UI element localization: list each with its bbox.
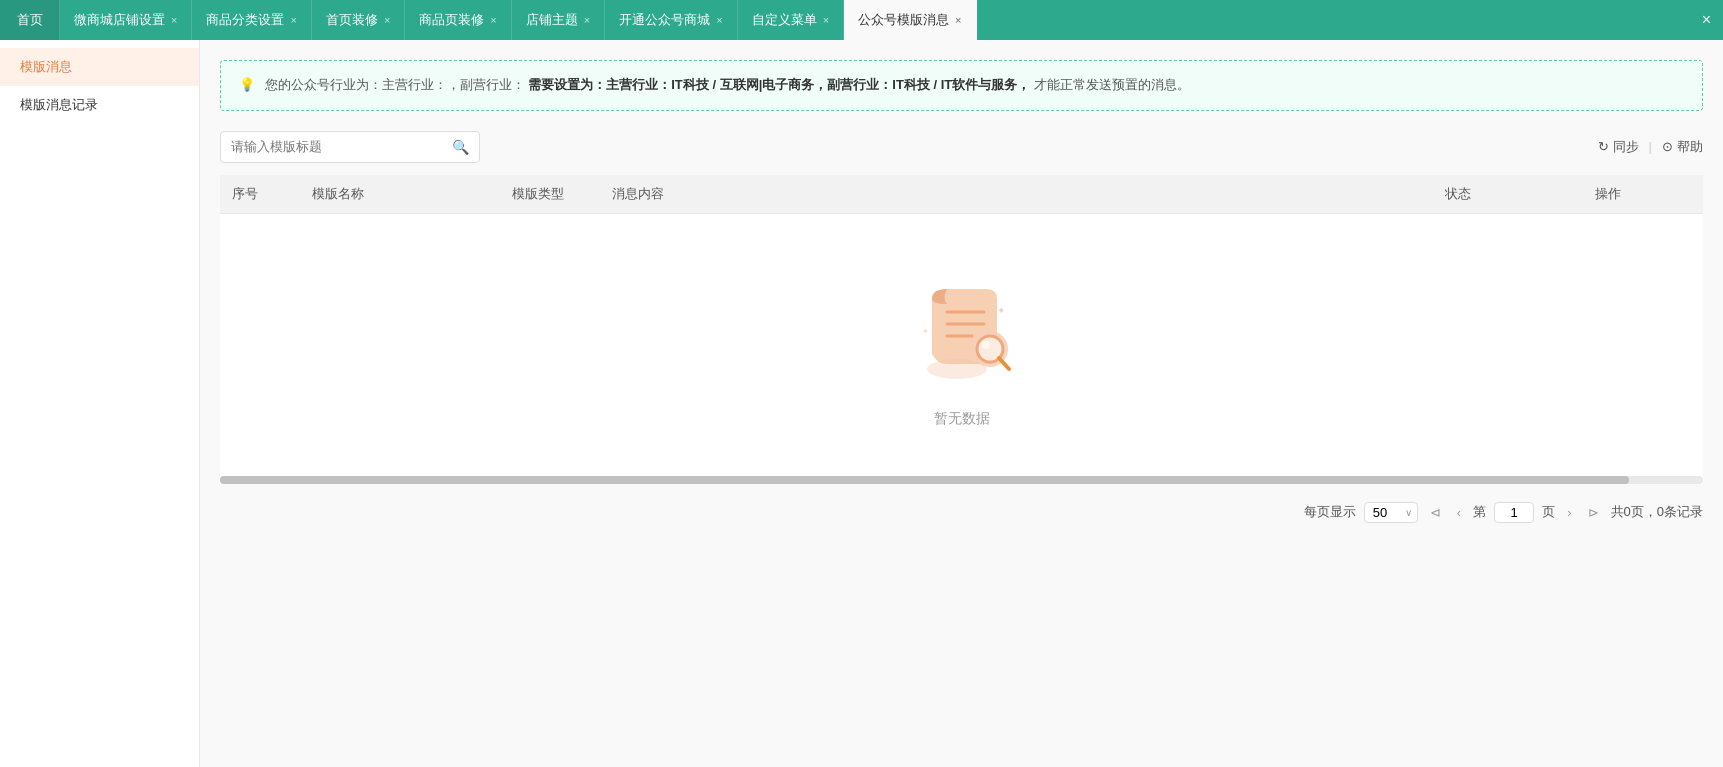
empty-illustration: ✦ ✦ — [902, 274, 1022, 394]
current-page-input[interactable] — [1494, 502, 1534, 523]
col-content: 消息内容 — [600, 175, 1433, 214]
nav-tab-custom-menu-close[interactable]: × — [823, 14, 829, 26]
svg-text:✦: ✦ — [997, 305, 1005, 316]
nav-tab-home[interactable]: 首页 — [0, 0, 60, 40]
nav-tab-product-category-close[interactable]: × — [290, 14, 296, 26]
sync-icon: ↻ — [1598, 139, 1609, 154]
page-suffix: 页 — [1542, 503, 1555, 521]
sync-label: 同步 — [1613, 138, 1639, 156]
search-button[interactable]: 🔍 — [452, 139, 469, 155]
col-status: 状态 — [1433, 175, 1583, 214]
nav-tab-template-msg[interactable]: 公众号模版消息 × — [844, 0, 976, 40]
nav-tab-product-decor-label: 商品页装修 — [419, 11, 484, 29]
nav-tab-home-decor-label: 首页装修 — [326, 11, 378, 29]
sidebar-item-template-msg[interactable]: 模版消息 — [0, 48, 199, 86]
close-all-tabs-button[interactable]: × — [1690, 11, 1723, 29]
search-actions: ↻ 同步 | ⊙ 帮助 — [1598, 138, 1703, 156]
col-action: 操作 — [1583, 175, 1703, 214]
svg-point-8 — [982, 341, 990, 349]
nav-tab-weishop-label: 微商城店铺设置 — [74, 11, 165, 29]
sidebar-item-template-msg-label: 模版消息 — [20, 59, 72, 74]
last-page-button[interactable]: ⊳ — [1584, 503, 1603, 522]
help-button[interactable]: ⊙ 帮助 — [1662, 138, 1703, 156]
nav-tab-weishop-settings[interactable]: 微商城店铺设置 × — [60, 0, 192, 40]
prev-page-button[interactable]: ‹ — [1453, 503, 1465, 522]
nav-tab-template-msg-label: 公众号模版消息 — [858, 11, 949, 29]
first-page-button[interactable]: ⊲ — [1426, 503, 1445, 522]
nav-tab-home-decor-close[interactable]: × — [384, 14, 390, 26]
svg-text:✦: ✦ — [922, 327, 929, 336]
sidebar-item-template-msg-log[interactable]: 模版消息记录 — [0, 86, 199, 124]
nav-tab-weishop-close[interactable]: × — [171, 14, 177, 26]
empty-text: 暂无数据 — [220, 410, 1703, 428]
nav-tab-open-wechat-close[interactable]: × — [716, 14, 722, 26]
page-total: 共0页，0条记录 — [1611, 503, 1703, 521]
nav-tab-template-msg-close[interactable]: × — [955, 14, 961, 26]
sidebar-item-template-msg-log-label: 模版消息记录 — [20, 97, 98, 112]
notice-highlight: 需要设置为：主营行业：IT科技 / 互联网|电子商务，副营行业：IT科技 / I… — [528, 77, 1030, 92]
nav-tab-custom-menu-label: 自定义菜单 — [752, 11, 817, 29]
sidebar: 模版消息 模版消息记录 — [0, 40, 200, 767]
help-label: 帮助 — [1677, 138, 1703, 156]
table-container: 序号 模版名称 模版类型 消息内容 状态 操作 — [220, 175, 1703, 484]
top-nav: 首页 微商城店铺设置 × 商品分类设置 × 首页装修 × 商品页装修 × 店铺主… — [0, 0, 1723, 40]
nav-tab-home-decor[interactable]: 首页装修 × — [312, 0, 405, 40]
page-size-select-wrap[interactable]: 10 20 50 100 — [1364, 502, 1418, 523]
col-seq: 序号 — [220, 175, 300, 214]
notice-text-2: 才能正常发送预置的消息。 — [1034, 77, 1190, 92]
table-header-row: 序号 模版名称 模版类型 消息内容 状态 操作 — [220, 175, 1703, 214]
content-area: 💡 您的公众号行业为：主营行业：，副营行业： 需要设置为：主营行业：IT科技 /… — [200, 40, 1723, 767]
nav-tab-product-decor[interactable]: 商品页装修 × — [405, 0, 511, 40]
col-name: 模版名称 — [300, 175, 500, 214]
notice-icon: 💡 — [239, 77, 255, 92]
data-table: 序号 模版名称 模版类型 消息内容 状态 操作 — [220, 175, 1703, 468]
notice-box: 💡 您的公众号行业为：主营行业：，副营行业： 需要设置为：主营行业：IT科技 /… — [220, 60, 1703, 111]
nav-tab-shop-theme[interactable]: 店铺主题 × — [512, 0, 605, 40]
empty-state-row: ✦ ✦ 暂无数据 — [220, 213, 1703, 468]
nav-tab-product-decor-close[interactable]: × — [490, 14, 496, 26]
empty-state: ✦ ✦ 暂无数据 — [220, 214, 1703, 468]
col-type: 模版类型 — [500, 175, 600, 214]
page-label: 第 — [1473, 503, 1486, 521]
nav-tab-open-wechat-label: 开通公众号商城 — [619, 11, 710, 29]
search-input[interactable] — [231, 139, 452, 154]
main-layout: 模版消息 模版消息记录 💡 您的公众号行业为：主营行业：，副营行业： 需要设置为… — [0, 40, 1723, 767]
nav-tab-custom-menu[interactable]: 自定义菜单 × — [738, 0, 844, 40]
nav-tab-home-label: 首页 — [17, 11, 43, 29]
pagination: 每页显示 10 20 50 100 ⊲ ‹ 第 页 › ⊳ 共0页，0条记录 — [220, 492, 1703, 527]
next-page-button[interactable]: › — [1563, 503, 1575, 522]
scroll-thumb[interactable] — [220, 476, 1629, 484]
sync-button[interactable]: ↻ 同步 — [1598, 138, 1639, 156]
divider: | — [1649, 139, 1652, 154]
nav-tab-open-wechat[interactable]: 开通公众号商城 × — [605, 0, 737, 40]
nav-tab-shop-theme-label: 店铺主题 — [526, 11, 578, 29]
page-size-label: 每页显示 — [1304, 503, 1356, 521]
nav-tab-shop-theme-close[interactable]: × — [584, 14, 590, 26]
search-bar: 🔍 ↻ 同步 | ⊙ 帮助 — [220, 131, 1703, 163]
help-icon: ⊙ — [1662, 139, 1673, 154]
nav-tab-product-category-label: 商品分类设置 — [206, 11, 284, 29]
nav-tab-product-category[interactable]: 商品分类设置 × — [192, 0, 311, 40]
notice-text-1: 您的公众号行业为：主营行业：，副营行业： — [265, 77, 525, 92]
search-input-wrap[interactable]: 🔍 — [220, 131, 480, 163]
page-size-select[interactable]: 10 20 50 100 — [1364, 502, 1418, 523]
horizontal-scrollbar[interactable] — [220, 476, 1703, 484]
